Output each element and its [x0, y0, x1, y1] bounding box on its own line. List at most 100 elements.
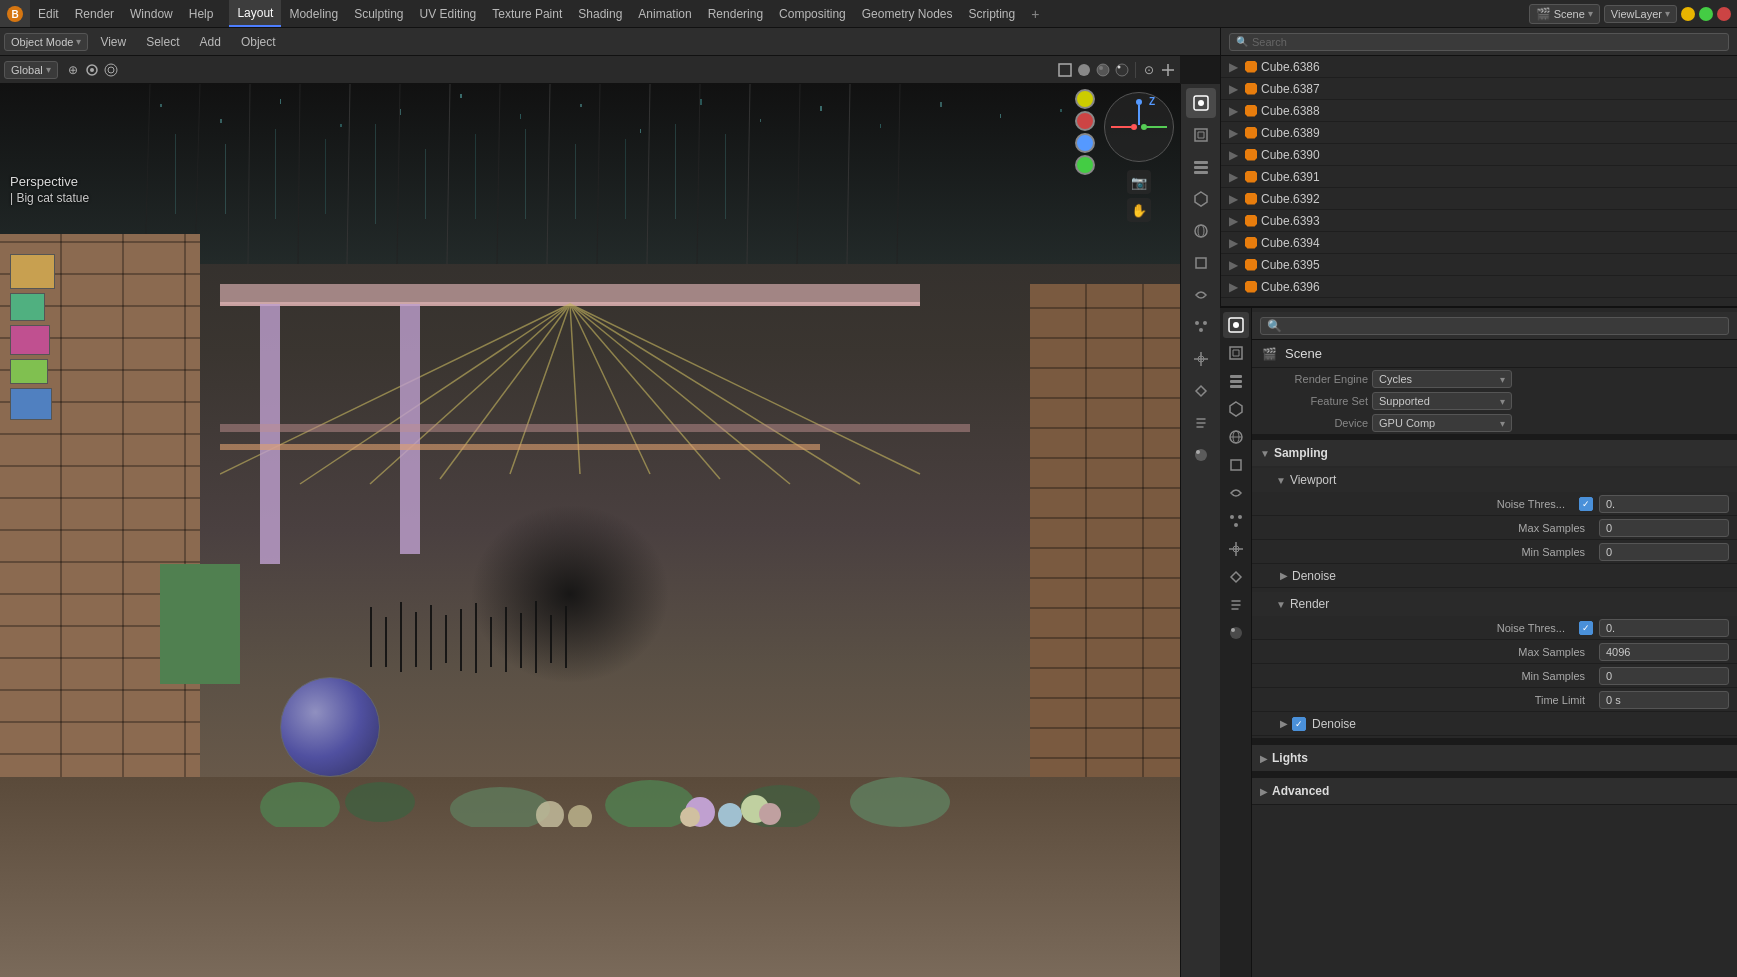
gizmo-blue-dot[interactable]	[1075, 133, 1095, 153]
window-close[interactable]	[1717, 7, 1731, 21]
object-mode-dropdown[interactable]: Object Mode ▾	[4, 33, 88, 51]
add-workspace-button[interactable]: +	[1023, 0, 1047, 27]
menu-window[interactable]: Window	[122, 0, 181, 27]
render-subheader[interactable]: ▼ Render	[1252, 592, 1737, 616]
transform-global-btn[interactable]: Global ▾	[4, 61, 58, 79]
sampling-header[interactable]: ▼ Sampling	[1252, 440, 1737, 466]
workspace-uv-editing[interactable]: UV Editing	[412, 0, 485, 27]
vtoolbar-particles-icon[interactable]	[1186, 312, 1216, 342]
vtoolbar-view-layer-icon[interactable]	[1186, 152, 1216, 182]
vtoolbar-object-icon[interactable]	[1186, 248, 1216, 278]
vtoolbar-constraint-icon[interactable]	[1186, 376, 1216, 406]
outliner-search-box[interactable]: 🔍 Search	[1229, 33, 1729, 51]
props-icon-data[interactable]	[1223, 592, 1249, 618]
vtoolbar-output-icon[interactable]	[1186, 120, 1216, 150]
blender-logo[interactable]: B	[0, 0, 30, 27]
vtoolbar-physics-icon[interactable]	[1186, 344, 1216, 374]
props-icon-object[interactable]	[1223, 452, 1249, 478]
transform-icon[interactable]: ⊕	[65, 62, 81, 78]
object-menu[interactable]: Object	[233, 35, 284, 49]
render-max-samples-value[interactable]: 4096	[1599, 643, 1729, 661]
props-search-box[interactable]: 🔍	[1260, 317, 1729, 335]
outliner-row-cube6388[interactable]: ▶ Cube.6388	[1221, 100, 1737, 122]
device-dropdown[interactable]: GPU Comp ▾	[1372, 414, 1512, 432]
viewport-subheader[interactable]: ▼ Viewport	[1252, 468, 1737, 492]
menu-help[interactable]: Help	[181, 0, 222, 27]
workspace-animation[interactable]: Animation	[630, 0, 699, 27]
props-icon-particles[interactable]	[1223, 508, 1249, 534]
proportional-edit-icon[interactable]	[103, 62, 119, 78]
window-minimize[interactable]	[1681, 7, 1695, 21]
props-icon-scene[interactable]	[1223, 396, 1249, 422]
snap-icon[interactable]	[84, 62, 100, 78]
outliner-row-cube6395[interactable]: ▶ Cube.6395	[1221, 254, 1737, 276]
viewport-noise-threshold-value[interactable]: 0.	[1599, 495, 1729, 513]
zoom-camera-icon[interactable]: 📷	[1127, 170, 1151, 194]
viewport-max-samples-value[interactable]: 0	[1599, 519, 1729, 537]
render-denoise-checkbox[interactable]: ✓	[1292, 717, 1306, 731]
viewlayer-selector[interactable]: ViewLayer ▾	[1604, 5, 1677, 23]
feature-set-dropdown[interactable]: Supported ▾	[1372, 392, 1512, 410]
workspace-geometry-nodes[interactable]: Geometry Nodes	[854, 0, 961, 27]
select-menu[interactable]: Select	[138, 35, 187, 49]
orbit-icon[interactable]: ✋	[1127, 198, 1151, 222]
workspace-layout[interactable]: Layout	[229, 0, 281, 27]
render-time-limit-value[interactable]: 0 s	[1599, 691, 1729, 709]
window-maximize[interactable]	[1699, 7, 1713, 21]
outliner-row-cube6386[interactable]: ▶ Cube.6386	[1221, 56, 1737, 78]
workspace-sculpting[interactable]: Sculpting	[346, 0, 411, 27]
props-icon-viewlayer[interactable]	[1223, 368, 1249, 394]
vtoolbar-data-icon[interactable]	[1186, 408, 1216, 438]
workspace-compositing[interactable]: Compositing	[771, 0, 854, 27]
gizmo-green-dot[interactable]	[1075, 155, 1095, 175]
vtoolbar-render-icon[interactable]	[1186, 88, 1216, 118]
props-icon-output[interactable]	[1223, 340, 1249, 366]
render-noise-threshold-checkbox[interactable]: ✓	[1579, 621, 1593, 635]
viewport-denoise-header[interactable]: ▶ Denoise	[1252, 564, 1737, 588]
props-icon-modifier[interactable]	[1223, 480, 1249, 506]
outliner-row-cube6387[interactable]: ▶ Cube.6387	[1221, 78, 1737, 100]
workspace-rendering[interactable]: Rendering	[700, 0, 771, 27]
advanced-header[interactable]: ▶ Advanced	[1252, 778, 1737, 804]
lights-header[interactable]: ▶ Lights	[1252, 745, 1737, 771]
workspace-texture-paint[interactable]: Texture Paint	[484, 0, 570, 27]
outliner-row-cube6390[interactable]: ▶ Cube.6390	[1221, 144, 1737, 166]
props-icon-material[interactable]	[1223, 620, 1249, 646]
viewport-shading-rendered[interactable]	[1114, 62, 1130, 78]
render-noise-threshold-value[interactable]: 0.	[1599, 619, 1729, 637]
vtoolbar-world-icon[interactable]	[1186, 216, 1216, 246]
overlay-toggle[interactable]: ⊙	[1141, 62, 1157, 78]
props-icon-constraint[interactable]	[1223, 564, 1249, 590]
outliner-row-cube6391[interactable]: ▶ Cube.6391	[1221, 166, 1737, 188]
outliner-row-cube6389[interactable]: ▶ Cube.6389	[1221, 122, 1737, 144]
viewport-min-samples-value[interactable]: 0	[1599, 543, 1729, 561]
viewport-noise-threshold-checkbox[interactable]: ✓	[1579, 497, 1593, 511]
outliner-row-cube6393[interactable]: ▶ Cube.6393	[1221, 210, 1737, 232]
vtoolbar-modifier-icon[interactable]	[1186, 280, 1216, 310]
viewport-shading-wire[interactable]	[1057, 62, 1073, 78]
menu-render[interactable]: Render	[67, 0, 122, 27]
viewport-shading-solid[interactable]	[1076, 62, 1092, 78]
vtoolbar-scene-icon[interactable]	[1186, 184, 1216, 214]
vtoolbar-material-icon[interactable]	[1186, 440, 1216, 470]
view-menu[interactable]: View	[92, 35, 134, 49]
outliner-row-cube6396[interactable]: ▶ Cube.6396	[1221, 276, 1737, 298]
outliner-row-cube6392[interactable]: ▶ Cube.6392	[1221, 188, 1737, 210]
props-icon-render[interactable]	[1223, 312, 1249, 338]
scene-selector[interactable]: 🎬 Scene ▾	[1529, 4, 1600, 24]
props-icon-world[interactable]	[1223, 424, 1249, 450]
workspace-scripting[interactable]: Scripting	[960, 0, 1023, 27]
workspace-shading[interactable]: Shading	[570, 0, 630, 27]
render-min-samples-value[interactable]: 0	[1599, 667, 1729, 685]
outliner-row-cube6394[interactable]: ▶ Cube.6394	[1221, 232, 1737, 254]
menu-edit[interactable]: Edit	[30, 0, 67, 27]
gizmo-toggle[interactable]	[1160, 62, 1176, 78]
render-engine-dropdown[interactable]: Cycles ▾	[1372, 370, 1512, 388]
gizmo-red-dot[interactable]	[1075, 111, 1095, 131]
gizmo-yellow-dot[interactable]	[1075, 89, 1095, 109]
props-icon-physics[interactable]	[1223, 536, 1249, 562]
main-viewport[interactable]: Perspective | Big cat statue	[0, 84, 1180, 977]
viewport-shading-material[interactable]	[1095, 62, 1111, 78]
add-menu[interactable]: Add	[192, 35, 229, 49]
workspace-modeling[interactable]: Modeling	[281, 0, 346, 27]
